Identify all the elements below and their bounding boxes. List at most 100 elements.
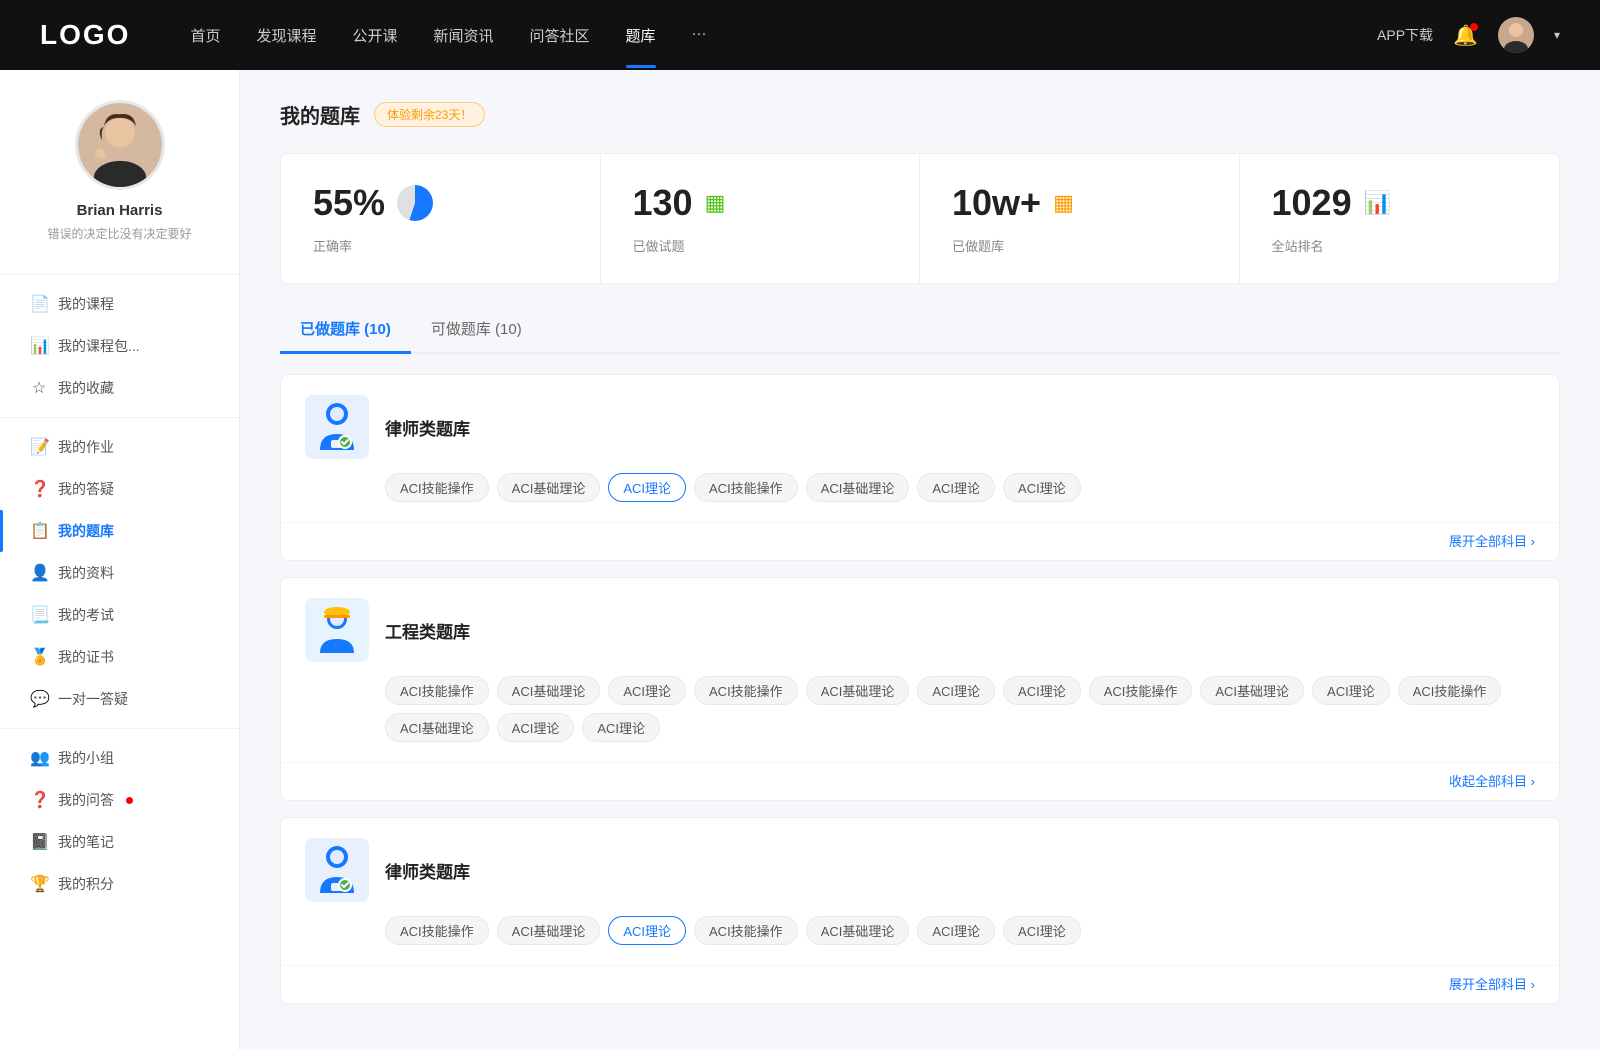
sidebar-item-my-homework[interactable]: 📝 我的作业 <box>0 426 239 468</box>
bank-tag-1-6[interactable]: ACI理论 <box>1003 473 1081 502</box>
sidebar-item-my-course-pkg[interactable]: 📊 我的课程包... <box>0 325 239 367</box>
stat-accuracy: 55% 正确率 <box>281 154 601 283</box>
bank-icon: 📋 <box>30 521 48 541</box>
bank-tag-2-13[interactable]: ACI理论 <box>582 713 660 742</box>
sidebar-label-my-notes: 我的笔记 <box>58 832 114 852</box>
sidebar-item-my-profile[interactable]: 👤 我的资料 <box>0 552 239 594</box>
nav-discover[interactable]: 发现课程 <box>256 25 316 46</box>
sidebar-profile: Brian Harris 错误的决定比没有决定要好 <box>0 100 239 266</box>
bank-tag-3-1[interactable]: ACI基础理论 <box>497 916 601 945</box>
sidebar-username: Brian Harris <box>20 202 219 219</box>
expand-link-1[interactable]: 展开全部科目 › <box>1449 534 1535 549</box>
bank-tag-1-1[interactable]: ACI基础理论 <box>497 473 601 502</box>
bank-tag-3-0[interactable]: ACI技能操作 <box>385 916 489 945</box>
bank-tags-1: ACI技能操作 ACI基础理论 ACI理论 ACI技能操作 ACI基础理论 AC… <box>305 473 1535 502</box>
course-pkg-icon: 📊 <box>30 336 48 356</box>
bank-tag-2-12[interactable]: ACI理论 <box>497 713 575 742</box>
sidebar-item-one-on-one[interactable]: 💬 一对一答疑 <box>0 678 239 720</box>
expand-link-2[interactable]: 收起全部科目 › <box>1449 774 1535 789</box>
bank-footer-1: 展开全部科目 › <box>281 522 1559 560</box>
bell-dot <box>1470 23 1478 31</box>
sidebar-item-my-qa[interactable]: ❓ 我的问答 <box>0 779 239 821</box>
avatar[interactable] <box>1498 17 1534 53</box>
qa-icon: ❓ <box>30 790 48 810</box>
questions-icon: ❓ <box>30 479 48 499</box>
bank-tag-1-0[interactable]: ACI技能操作 <box>385 473 489 502</box>
bank-tag-3-5[interactable]: ACI理论 <box>917 916 995 945</box>
bank-tag-2-1[interactable]: ACI基础理论 <box>497 676 601 705</box>
sidebar-item-my-favorites[interactable]: ☆ 我的收藏 <box>0 367 239 409</box>
homework-icon: 📝 <box>30 437 48 457</box>
one-on-one-icon: 💬 <box>30 689 48 709</box>
bank-tag-1-2[interactable]: ACI理论 <box>608 473 686 502</box>
sidebar-label-my-bank: 我的题库 <box>58 521 114 541</box>
nav-right: APP下载 🔔 ▾ <box>1377 17 1560 53</box>
sidebar-item-my-bank[interactable]: 📋 我的题库 <box>0 510 239 552</box>
nav-qa[interactable]: 问答社区 <box>530 25 590 46</box>
sidebar-item-my-group[interactable]: 👥 我的小组 <box>0 737 239 779</box>
bank-tag-2-6[interactable]: ACI理论 <box>1003 676 1081 705</box>
nav-news[interactable]: 新闻资讯 <box>434 25 494 46</box>
nav-links: 首页 发现课程 公开课 新闻资讯 问答社区 题库 ··· <box>190 25 1377 46</box>
nav-home[interactable]: 首页 <box>190 25 220 46</box>
sidebar-divider-2 <box>0 417 239 418</box>
avatar-image <box>1498 17 1534 53</box>
stat-row-accuracy: 55% <box>313 182 568 224</box>
bank-tag-2-9[interactable]: ACI理论 <box>1312 676 1390 705</box>
bank-card-2-inner: 工程类题库 ACI技能操作 ACI基础理论 ACI理论 ACI技能操作 ACI基… <box>281 578 1559 762</box>
bank-tag-2-8[interactable]: ACI基础理论 <box>1200 676 1304 705</box>
sidebar-label-my-group: 我的小组 <box>58 748 114 768</box>
bank-tag-2-10[interactable]: ACI技能操作 <box>1398 676 1502 705</box>
bank-tag-2-7[interactable]: ACI技能操作 <box>1089 676 1193 705</box>
bank-title-3: 律师类题库 <box>385 858 470 883</box>
sidebar-menu: 📄 我的课程 📊 我的课程包... ☆ 我的收藏 📝 我的作业 ❓ 我的答疑 � <box>0 283 239 905</box>
bank-tag-2-5[interactable]: ACI理论 <box>917 676 995 705</box>
bank-card-3-header: 律师类题库 <box>305 838 1535 902</box>
nav-openclass[interactable]: 公开课 <box>352 25 397 46</box>
bank-tag-3-3[interactable]: ACI技能操作 <box>694 916 798 945</box>
nav-chevron-icon[interactable]: ▾ <box>1554 28 1560 42</box>
bank-title-1: 律师类题库 <box>385 415 470 440</box>
sidebar-motto: 错误的决定比没有决定要好 <box>20 225 219 242</box>
bank-tag-3-4[interactable]: ACI基础理论 <box>806 916 910 945</box>
sidebar-divider-1 <box>0 274 239 275</box>
app-download[interactable]: APP下载 <box>1377 25 1433 45</box>
points-icon: 🏆 <box>30 874 48 894</box>
sidebar-label-my-profile: 我的资料 <box>58 563 114 583</box>
bank-tag-1-5[interactable]: ACI理论 <box>917 473 995 502</box>
bank-card-3: 律师类题库 ACI技能操作 ACI基础理论 ACI理论 ACI技能操作 ACI基… <box>280 817 1560 1004</box>
bank-tag-2-4[interactable]: ACI基础理论 <box>806 676 910 705</box>
bank-tag-2-0[interactable]: ACI技能操作 <box>385 676 489 705</box>
sidebar-item-my-points[interactable]: 🏆 我的积分 <box>0 863 239 905</box>
tab-done[interactable]: 已做题库 (10) <box>280 308 411 354</box>
sidebar-item-my-course[interactable]: 📄 我的课程 <box>0 283 239 325</box>
bank-tag-1-3[interactable]: ACI技能操作 <box>694 473 798 502</box>
bank-tag-3-6[interactable]: ACI理论 <box>1003 916 1081 945</box>
sidebar-item-my-questions[interactable]: ❓ 我的答疑 <box>0 468 239 510</box>
bank-footer-3: 展开全部科目 › <box>281 965 1559 1003</box>
bank-tag-3-2[interactable]: ACI理论 <box>608 916 686 945</box>
nav-bank[interactable]: 题库 <box>626 25 656 46</box>
bank-tag-2-11[interactable]: ACI基础理论 <box>385 713 489 742</box>
logo: LOGO <box>40 19 130 51</box>
sidebar-label-my-favorites: 我的收藏 <box>58 378 114 398</box>
favorites-icon: ☆ <box>30 378 48 398</box>
sidebar-label-my-course: 我的课程 <box>58 294 114 314</box>
profile-avatar-image <box>78 100 162 190</box>
sidebar-item-my-notes[interactable]: 📓 我的笔记 <box>0 821 239 863</box>
bank-title-2: 工程类题库 <box>385 618 470 643</box>
tab-available[interactable]: 可做题库 (10) <box>411 308 542 354</box>
sidebar-item-my-cert[interactable]: 🏅 我的证书 <box>0 636 239 678</box>
main-content: 我的题库 体验剩余23天！ 55% 正确率 130 ▦ 已做试题 <box>240 70 1600 1050</box>
bell-button[interactable]: 🔔 <box>1453 23 1478 48</box>
bank-avatar-3 <box>305 838 369 902</box>
navbar: LOGO 首页 发现课程 公开课 新闻资讯 问答社区 题库 ··· APP下载 … <box>0 0 1600 70</box>
stat-row-banks: 10w+ ▦ <box>952 182 1207 224</box>
sidebar-item-my-exam[interactable]: 📃 我的考试 <box>0 594 239 636</box>
bank-tag-1-4[interactable]: ACI基础理论 <box>806 473 910 502</box>
bank-tag-2-3[interactable]: ACI技能操作 <box>694 676 798 705</box>
nav-more[interactable]: ··· <box>692 25 707 46</box>
lawyer-icon-3 <box>312 843 362 898</box>
sidebar-label-my-exam: 我的考试 <box>58 605 114 625</box>
bank-tag-2-2[interactable]: ACI理论 <box>608 676 686 705</box>
